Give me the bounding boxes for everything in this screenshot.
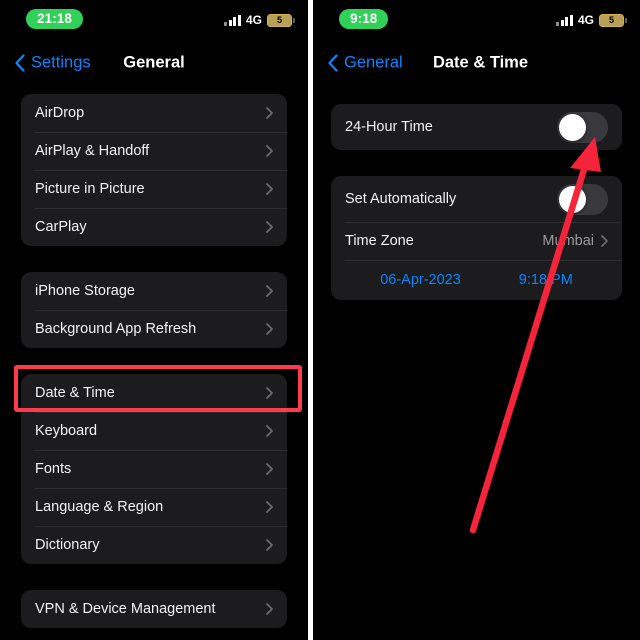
list-item-label: VPN & Device Management bbox=[35, 601, 216, 617]
list-item[interactable]: AirPlay & Handoff bbox=[21, 132, 287, 170]
list-item[interactable]: VPN & Device Management bbox=[21, 590, 287, 628]
toggle-24-hour-time[interactable] bbox=[557, 111, 608, 143]
status-time: 9:18 bbox=[339, 9, 389, 29]
right-phone-screen: 9:18 4G 5 General Date & Time 24-Hour Ti… bbox=[313, 0, 640, 640]
status-bar: 9:18 4G 5 bbox=[313, 0, 640, 40]
battery-level-label: 5 bbox=[276, 14, 282, 25]
chevron-right-icon bbox=[266, 501, 273, 513]
row-set-automatically[interactable]: Set Automatically bbox=[331, 176, 622, 222]
cellular-signal-icon bbox=[224, 14, 241, 26]
list-item-label: Set Automatically bbox=[345, 191, 457, 207]
list-item-label: Language & Region bbox=[35, 499, 164, 515]
list-item[interactable]: iPhone Storage bbox=[21, 272, 287, 310]
list-item[interactable]: Keyboard bbox=[21, 412, 287, 450]
time-zone-value: Mumbai bbox=[542, 233, 594, 249]
list-item-label: Picture in Picture bbox=[35, 181, 145, 197]
settings-group-24hour: 24-Hour Time bbox=[331, 104, 622, 150]
page-title: General bbox=[123, 53, 185, 71]
list-item[interactable]: Background App Refresh bbox=[21, 310, 287, 348]
list-item-label: Fonts bbox=[35, 461, 72, 477]
row-time-zone[interactable]: Time Zone Mumbai bbox=[331, 222, 622, 260]
toggle-set-automatically[interactable] bbox=[557, 183, 608, 215]
chevron-right-icon bbox=[266, 183, 273, 195]
list-item-label: 24-Hour Time bbox=[345, 119, 433, 135]
chevron-right-icon bbox=[266, 221, 273, 233]
chevron-right-icon bbox=[266, 323, 273, 335]
network-type-label: 4G bbox=[245, 13, 262, 27]
chevron-right-icon bbox=[601, 235, 608, 247]
list-item-label: Date & Time bbox=[35, 385, 115, 401]
status-indicators: 4G 5 bbox=[556, 13, 627, 27]
row-24-hour-time[interactable]: 24-Hour Time bbox=[331, 104, 622, 150]
status-time: 21:18 bbox=[26, 9, 84, 29]
sidebar-item-date-time[interactable]: Date & Time bbox=[21, 374, 287, 412]
battery-level-label: 5 bbox=[608, 14, 614, 25]
chevron-right-icon bbox=[266, 463, 273, 475]
date-value[interactable]: 06-Apr-2023 bbox=[380, 272, 461, 288]
status-bar: 21:18 4G 5 bbox=[0, 0, 308, 40]
list-item[interactable]: Language & Region bbox=[21, 488, 287, 526]
navigation-bar: General Date & Time bbox=[313, 40, 640, 85]
list-item-label: Background App Refresh bbox=[35, 321, 197, 337]
battery-icon: 5 bbox=[267, 13, 295, 27]
row-date-time-picker[interactable]: 06-Apr-2023 9:18 PM bbox=[331, 260, 622, 300]
chevron-right-icon bbox=[266, 387, 273, 399]
settings-group-connectivity: AirDrop AirPlay & Handoff Picture in Pic… bbox=[21, 94, 287, 246]
list-item-label: Keyboard bbox=[35, 423, 98, 439]
chevron-right-icon bbox=[266, 285, 273, 297]
cellular-signal-icon bbox=[556, 14, 573, 26]
list-item[interactable]: Picture in Picture bbox=[21, 170, 287, 208]
settings-list: AirDrop AirPlay & Handoff Picture in Pic… bbox=[0, 85, 308, 628]
screenshot-stage: 21:18 4G 5 Settings General AirDrop AirP… bbox=[0, 0, 640, 640]
toggle-knob bbox=[559, 185, 586, 213]
chevron-right-icon bbox=[266, 145, 273, 157]
list-item-label: CarPlay bbox=[35, 219, 87, 235]
list-item[interactable]: CarPlay bbox=[21, 208, 287, 246]
list-item-label: iPhone Storage bbox=[35, 283, 135, 299]
settings-group-auto-timezone: Set Automatically Time Zone Mumbai 06-Ap… bbox=[331, 176, 622, 300]
toggle-knob bbox=[559, 113, 586, 141]
list-item[interactable]: Dictionary bbox=[21, 526, 287, 564]
settings-group-system: Date & Time Keyboard Fonts Language & Re… bbox=[21, 374, 287, 564]
time-value[interactable]: 9:18 PM bbox=[519, 272, 573, 288]
chevron-right-icon bbox=[266, 425, 273, 437]
list-item-label: AirDrop bbox=[35, 105, 85, 121]
navigation-bar: Settings General bbox=[0, 40, 308, 85]
status-indicators: 4G 5 bbox=[224, 13, 295, 27]
chevron-right-icon bbox=[266, 107, 273, 119]
chevron-right-icon bbox=[266, 603, 273, 615]
list-item-label: AirPlay & Handoff bbox=[35, 143, 150, 159]
chevron-right-icon bbox=[266, 539, 273, 551]
list-item[interactable]: AirDrop bbox=[21, 94, 287, 132]
list-item-label: Dictionary bbox=[35, 537, 100, 553]
battery-icon: 5 bbox=[599, 13, 627, 27]
network-type-label: 4G bbox=[577, 13, 594, 27]
list-item-label: Time Zone bbox=[345, 233, 414, 249]
list-item[interactable]: Fonts bbox=[21, 450, 287, 488]
page-title: Date & Time bbox=[432, 53, 529, 71]
left-phone-screen: 21:18 4G 5 Settings General AirDrop AirP… bbox=[0, 0, 308, 640]
settings-group-vpn: VPN & Device Management bbox=[21, 590, 287, 628]
settings-group-storage: iPhone Storage Background App Refresh bbox=[21, 272, 287, 348]
